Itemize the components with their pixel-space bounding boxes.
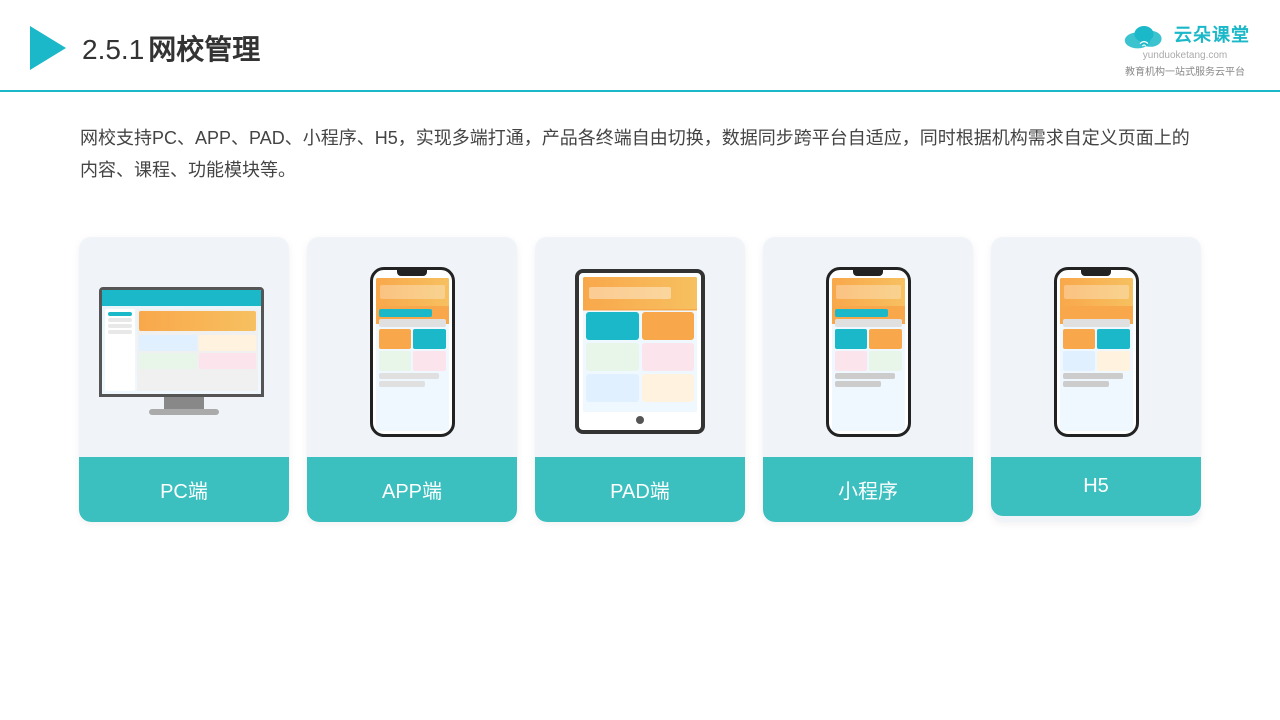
logo-cloud: 云朵课堂 xyxy=(1120,18,1250,50)
card-h5-label: H5 xyxy=(991,457,1201,516)
page-title: 2.5.1网校管理 xyxy=(82,28,260,68)
logo-area: 云朵课堂 yunduoketang.com 教育机构一站式服务云平台 xyxy=(1120,18,1250,78)
phone-mockup-miniapp xyxy=(826,267,911,437)
card-app-label: APP端 xyxy=(307,457,517,522)
card-h5: H5 xyxy=(991,237,1201,522)
page-header: 2.5.1网校管理 云朵课堂 yunduoketang.com 教育机构一站式服… xyxy=(0,0,1280,92)
header-left: 2.5.1网校管理 xyxy=(30,26,260,70)
phone-mockup-app xyxy=(370,267,455,437)
card-h5-image xyxy=(991,237,1201,457)
card-app: APP端 xyxy=(307,237,517,522)
cloud-icon xyxy=(1120,18,1168,50)
card-pc: PC端 xyxy=(79,237,289,522)
logo-tagline: 教育机构一站式服务云平台 xyxy=(1125,63,1245,78)
card-pc-image xyxy=(79,237,289,457)
title-text: 网校管理 xyxy=(148,34,260,65)
card-pc-label: PC端 xyxy=(79,457,289,522)
logo-url: yunduoketang.com xyxy=(1143,50,1228,61)
card-pad-label: PAD端 xyxy=(535,457,745,522)
phone-mockup-h5 xyxy=(1054,267,1139,437)
card-miniapp: 小程序 xyxy=(763,237,973,522)
card-app-image xyxy=(307,237,517,457)
description-text: 网校支持PC、APP、PAD、小程序、H5，实现多端打通，产品各终端自由切换，数… xyxy=(0,92,1280,197)
card-miniapp-image xyxy=(763,237,973,457)
logo-brand: 云朵课堂 xyxy=(1174,21,1250,47)
card-miniapp-label: 小程序 xyxy=(763,457,973,522)
title-number: 2.5.1 xyxy=(82,34,144,65)
tablet-mockup xyxy=(575,269,705,434)
pc-monitor-icon xyxy=(99,287,269,417)
card-pad: PAD端 xyxy=(535,237,745,522)
card-pad-image xyxy=(535,237,745,457)
play-icon xyxy=(30,26,66,70)
cards-container: PC端 xyxy=(0,207,1280,522)
